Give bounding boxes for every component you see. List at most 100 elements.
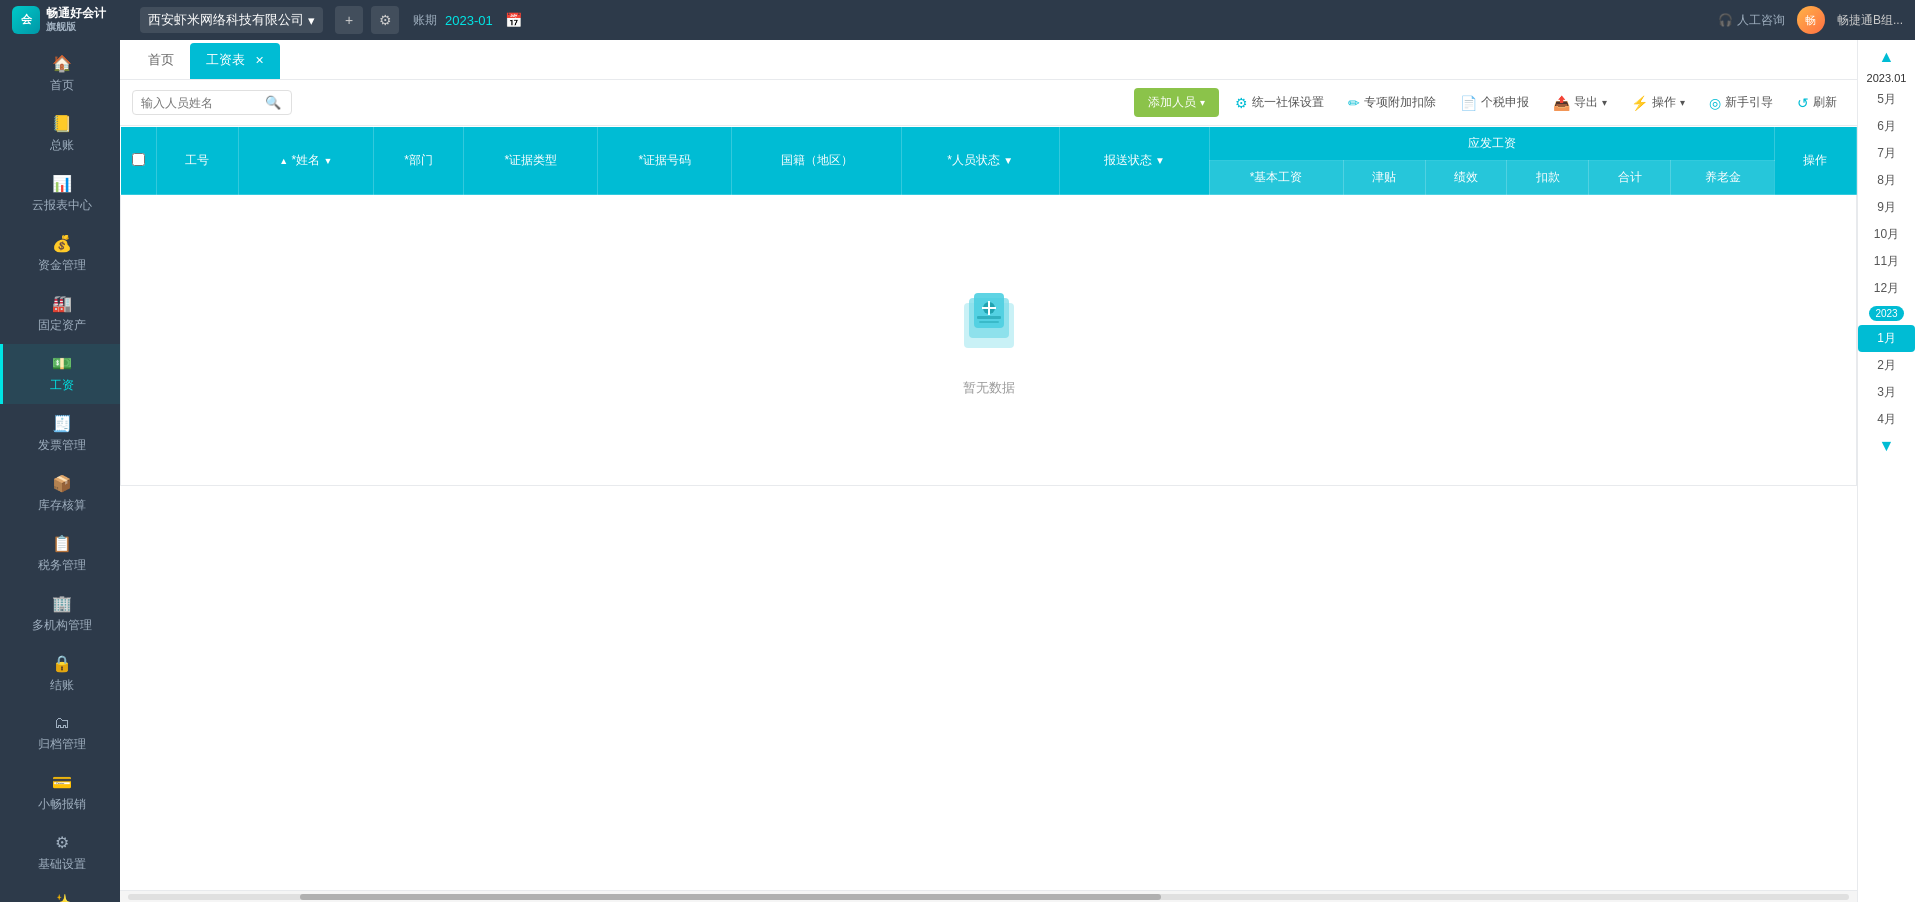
add-person-label: 添加人员	[1148, 94, 1196, 111]
month-item-10[interactable]: 10月	[1858, 221, 1915, 248]
operations-label: 操作	[1652, 94, 1676, 111]
select-all-checkbox[interactable]	[132, 153, 145, 166]
social-settings-btn[interactable]: ⚙ 统一社保设置	[1227, 90, 1332, 115]
month-item-2[interactable]: 2月	[1858, 352, 1915, 379]
header-allowance: 津贴	[1343, 161, 1425, 195]
month-item-8[interactable]: 8月	[1858, 167, 1915, 194]
export-chevron-icon: ▾	[1602, 97, 1607, 108]
ledger-icon: 📒	[52, 114, 72, 133]
month-item-11[interactable]: 11月	[1858, 248, 1915, 275]
sidebar-item-tax[interactable]: 📋 税务管理	[0, 524, 120, 584]
sidebar-item-ledger[interactable]: 📒 总账	[0, 104, 120, 164]
header-right: 🎧 人工咨询 畅 畅捷通B组...	[1718, 6, 1903, 34]
operations-chevron-icon: ▾	[1680, 97, 1685, 108]
sidebar-item-assets[interactable]: 🏭 固定资产	[0, 284, 120, 344]
scrollbar-thumb	[300, 894, 1161, 900]
guide-icon: ✨	[52, 893, 72, 902]
tab-close-icon[interactable]: ✕	[255, 54, 264, 66]
operations-btn[interactable]: ⚡ 操作 ▾	[1623, 90, 1693, 115]
table-scrollbar[interactable]	[120, 890, 1857, 902]
sidebar-label-payroll: 工资	[50, 377, 74, 394]
report-status-filter-icon[interactable]: ▼	[1155, 155, 1165, 166]
tab-home[interactable]: 首页	[132, 43, 190, 79]
sidebar-label-tax: 税务管理	[38, 557, 86, 574]
period-display: 2023.01	[1865, 70, 1909, 86]
sidebar-item-home[interactable]: 🏠 首页	[0, 44, 120, 104]
personal-tax-btn[interactable]: 📄 个税申报	[1452, 90, 1537, 115]
add-person-button[interactable]: 添加人员 ▾	[1134, 88, 1219, 117]
tab-payroll-table[interactable]: 工资表 ✕	[190, 43, 280, 79]
month-item-12[interactable]: 12月	[1858, 275, 1915, 302]
tab-bar: 首页 工资表 ✕	[120, 40, 1857, 80]
month-item-5[interactable]: 5月	[1858, 86, 1915, 113]
sidebar-label-inventory: 库存核算	[38, 497, 86, 514]
logo-area: 会 畅通好会计 旗舰版	[12, 6, 132, 34]
search-box[interactable]: 🔍	[132, 90, 292, 115]
toolbar: 🔍 添加人员 ▾ ⚙ 统一社保设置 ✏ 专项附加扣除 📄 个税申报 📤 导出	[120, 80, 1857, 126]
export-icon: 📤	[1553, 95, 1570, 111]
new-guide-btn[interactable]: ◎ 新手引导	[1701, 90, 1781, 115]
invoice-icon: 🧾	[52, 414, 72, 433]
add-icon-btn[interactable]: +	[335, 6, 363, 34]
tax-icon: 📋	[52, 534, 72, 553]
sidebar-item-funds[interactable]: 💰 资金管理	[0, 224, 120, 284]
tab-home-label: 首页	[148, 52, 174, 67]
new-guide-icon: ◎	[1709, 95, 1721, 111]
sidebar-item-inventory[interactable]: 📦 库存核算	[0, 464, 120, 524]
archive-icon: 🗂	[54, 714, 70, 732]
main-layout: 🏠 首页 📒 总账 📊 云报表中心 💰 资金管理 🏭 固定资产 💵 工资 🧾 发…	[0, 40, 1915, 902]
settings-icon: ⚙	[55, 833, 69, 852]
header-operations: 操作	[1774, 127, 1856, 195]
inventory-icon: 📦	[52, 474, 72, 493]
header-emp-no: 工号	[157, 127, 239, 195]
social-settings-icon: ⚙	[1235, 95, 1248, 111]
sidebar-item-archive[interactable]: 🗂 归档管理	[0, 704, 120, 763]
header-id-type: *证据类型	[464, 127, 598, 195]
header-pension: 养老金	[1671, 161, 1775, 195]
special-deduction-btn[interactable]: ✏ 专项附加扣除	[1340, 90, 1444, 115]
month-item-9[interactable]: 9月	[1858, 194, 1915, 221]
header-dept: *部门	[373, 127, 463, 195]
month-item-7[interactable]: 7月	[1858, 140, 1915, 167]
special-deduction-label: 专项附加扣除	[1364, 94, 1436, 111]
header-checkbox-cell	[121, 127, 157, 195]
sidebar-item-expense[interactable]: 💳 小畅报销	[0, 763, 120, 823]
tab-payroll-label: 工资表	[206, 52, 245, 67]
calendar-icon[interactable]: 📅	[505, 12, 522, 28]
customer-service-btn[interactable]: 🎧 人工咨询	[1718, 12, 1785, 29]
refresh-btn[interactable]: ↺ 刷新	[1789, 90, 1845, 115]
person-status-filter-icon[interactable]: ▼	[1003, 155, 1013, 166]
sidebar-item-closing[interactable]: 🔒 结账	[0, 644, 120, 704]
search-input[interactable]	[141, 96, 261, 110]
sidebar-item-invoice[interactable]: 🧾 发票管理	[0, 404, 120, 464]
header-base-salary: *基本工资	[1209, 161, 1343, 195]
assets-icon: 🏭	[52, 294, 72, 313]
content-area: 首页 工资表 ✕ 🔍 添加人员 ▾ ⚙ 统一社保设置 ✏ 专	[120, 40, 1857, 902]
settings-icon-btn[interactable]: ⚙	[371, 6, 399, 34]
month-item-3[interactable]: 3月	[1858, 379, 1915, 406]
refresh-label: 刷新	[1813, 94, 1837, 111]
sidebar-item-reports[interactable]: 📊 云报表中心	[0, 164, 120, 224]
sidebar-item-payroll[interactable]: 💵 工资	[0, 344, 120, 404]
month-item-1[interactable]: 1月	[1858, 325, 1915, 352]
month-item-4[interactable]: 4月	[1858, 406, 1915, 433]
special-deduction-icon: ✏	[1348, 95, 1360, 111]
year-up-arrow[interactable]: ▲	[1875, 44, 1899, 70]
sidebar-item-multi-org[interactable]: 🏢 多机构管理	[0, 584, 120, 644]
svg-rect-6	[977, 316, 1001, 319]
table-container: 工号 ▲ *姓名 ▼ *部门 *证据类型 *证据号码 国籍（地区） *人员状态 …	[120, 126, 1857, 890]
top-header: 会 畅通好会计 旗舰版 西安虾米网络科技有限公司 ▾ + ⚙ 账期 2023-0…	[0, 0, 1915, 40]
search-icon: 🔍	[265, 95, 281, 110]
sidebar-item-settings[interactable]: ⚙ 基础设置	[0, 823, 120, 883]
headset-icon: 🎧	[1718, 13, 1733, 27]
app-logo: 会	[12, 6, 40, 34]
month-item-6[interactable]: 6月	[1858, 113, 1915, 140]
header-name: ▲ *姓名 ▼	[238, 127, 373, 195]
company-selector[interactable]: 西安虾米网络科技有限公司 ▾	[140, 7, 323, 33]
export-btn[interactable]: 📤 导出 ▾	[1545, 90, 1615, 115]
scrollbar-track	[128, 894, 1849, 900]
header-icons: + ⚙	[335, 6, 399, 34]
year-down-arrow[interactable]: ▼	[1875, 433, 1899, 459]
sidebar-item-guide[interactable]: ✨ 新手引导	[0, 883, 120, 902]
avatar[interactable]: 畅	[1797, 6, 1825, 34]
